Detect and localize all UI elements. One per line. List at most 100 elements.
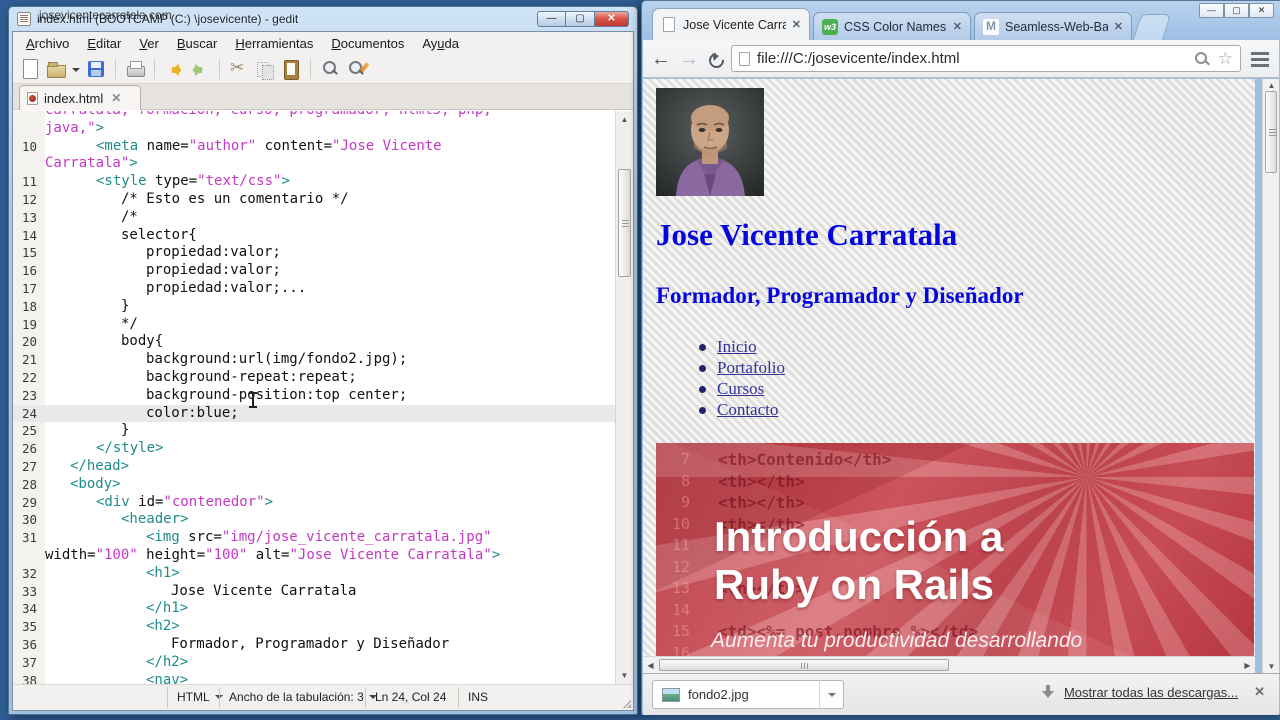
- new-tab-button[interactable]: [1132, 14, 1172, 40]
- code-line[interactable]: width="100" height="100" alt="Jose Vicen…: [13, 546, 615, 565]
- code-line[interactable]: 13 /*: [13, 208, 615, 227]
- editor-scrollbar-thumb[interactable]: [618, 169, 631, 277]
- code-line[interactable]: 11 <style type="text/css">: [13, 173, 615, 191]
- cut-icon[interactable]: [228, 58, 250, 80]
- code-line[interactable]: Carratala">: [13, 155, 615, 174]
- code-line[interactable]: 14 selector{: [13, 226, 615, 245]
- bookmark-star-icon[interactable]: ☆: [1218, 50, 1233, 67]
- new-icon[interactable]: [19, 58, 41, 80]
- scroll-left-icon[interactable]: ◀: [644, 659, 657, 672]
- code-scroll-area[interactable]: carratala, formación, curso, programador…: [13, 111, 615, 684]
- scroll-down-icon[interactable]: ▼: [1265, 660, 1278, 673]
- language-selector[interactable]: HTML: [167, 687, 223, 708]
- resize-grip[interactable]: [623, 700, 631, 708]
- code-line[interactable]: java,">: [13, 119, 615, 138]
- download-options-caret[interactable]: [819, 680, 843, 709]
- undo-icon[interactable]: [163, 58, 185, 80]
- browser-vertical-scrollbar[interactable]: ▲ ▼: [1262, 79, 1279, 673]
- code-line[interactable]: 18}: [13, 297, 615, 316]
- save-icon[interactable]: [85, 58, 107, 80]
- open-icon[interactable]: [45, 58, 67, 80]
- chrome-close-button[interactable]: ✕: [1249, 3, 1274, 18]
- browser-vscroll-thumb[interactable]: [1265, 91, 1277, 173]
- gedit-maximize-button[interactable]: ▢: [566, 11, 595, 27]
- gedit-minimize-button[interactable]: —: [537, 11, 566, 27]
- menu-documentos[interactable]: Documentos: [322, 34, 413, 53]
- print-icon[interactable]: [124, 58, 146, 80]
- code-line[interactable]: 38 <nav>: [13, 671, 615, 684]
- tab-width-selector[interactable]: Ancho de la tabulación: 3: [219, 687, 377, 708]
- code-line[interactable]: 23 background-position:top center;: [13, 386, 615, 405]
- nav-link-cursos[interactable]: Cursos: [717, 379, 764, 398]
- browser-tab-2[interactable]: w3 CSS Color Names ✕: [813, 12, 971, 40]
- code-line[interactable]: 21 background:url(img/fondo2.jpg);: [13, 351, 615, 369]
- url-text[interactable]: file:///C:/josevicente/index.html: [757, 50, 1186, 67]
- scroll-up-icon[interactable]: ▲: [618, 113, 631, 126]
- open-dropdown-caret-icon[interactable]: [71, 58, 81, 80]
- code-line[interactable]: 27 </head>: [13, 457, 615, 476]
- tab-close-icon[interactable]: ✕: [1114, 20, 1123, 33]
- find-icon[interactable]: [319, 58, 341, 80]
- code-line[interactable]: 19 */: [13, 315, 615, 334]
- code-line[interactable]: 37 </h2>: [13, 653, 615, 672]
- code-line[interactable]: 34 </h1>: [13, 600, 615, 619]
- gedit-close-button[interactable]: ✕: [595, 11, 629, 27]
- address-bar[interactable]: file:///C:/josevicente/index.html ☆: [731, 45, 1241, 72]
- code-line[interactable]: 12 /* Esto es un comentario */: [13, 190, 615, 209]
- nav-link-portafolio[interactable]: Portafolio: [717, 358, 785, 377]
- browser-tab-1[interactable]: Jose Vicente Carratal ✕: [652, 8, 810, 40]
- code-line[interactable]: 26 </style>: [13, 440, 615, 458]
- code-line[interactable]: 31 <img src="img/jose_vicente_carratala.j…: [13, 529, 615, 547]
- tab-close-icon[interactable]: ✕: [953, 20, 962, 33]
- code-line[interactable]: 36 Formador, Programador y Diseñador: [13, 635, 615, 654]
- chrome-minimize-button[interactable]: —: [1199, 3, 1224, 18]
- code-line[interactable]: 20 body{: [13, 333, 615, 352]
- code-line[interactable]: 17 propiedad:valor;...: [13, 279, 615, 298]
- copy-icon[interactable]: [254, 58, 276, 80]
- code-line[interactable]: 28 <body>: [13, 475, 615, 494]
- code-line[interactable]: 22 background-repeat:repeat;: [13, 368, 615, 387]
- back-button[interactable]: ←: [651, 49, 671, 69]
- menu-herramientas[interactable]: Herramientas: [226, 34, 322, 53]
- nav-link-inicio[interactable]: Inicio: [717, 337, 757, 356]
- browser-tab-3[interactable]: M Seamless-Web-Back ✕: [974, 12, 1132, 40]
- show-all-downloads-link[interactable]: Mostrar todas las descargas...: [1064, 685, 1238, 700]
- browser-hscroll-thumb[interactable]: [659, 659, 949, 671]
- redo-icon[interactable]: [189, 58, 211, 80]
- zoom-indicator-icon[interactable]: [1193, 50, 1211, 68]
- scroll-right-icon[interactable]: ▶: [1241, 659, 1254, 672]
- forward-button[interactable]: →: [679, 49, 699, 69]
- menu-buscar[interactable]: Buscar: [168, 34, 226, 53]
- menu-ver[interactable]: Ver: [130, 34, 168, 53]
- tab-close-icon[interactable]: ✕: [792, 18, 801, 31]
- browser-horizontal-scrollbar[interactable]: ◀ ▶: [643, 656, 1255, 673]
- code-line[interactable]: 15 propiedad:valor;: [13, 244, 615, 263]
- code-line[interactable]: 32 <h1>: [13, 564, 615, 583]
- downloads-bar-close-icon[interactable]: ✕: [1254, 684, 1265, 700]
- code-line[interactable]: 16 propiedad:valor;: [13, 262, 615, 280]
- tab-close-icon[interactable]: ✕: [111, 91, 121, 105]
- menu-archivo[interactable]: Archivo: [17, 34, 78, 53]
- nav-link-contacto[interactable]: Contacto: [717, 400, 778, 419]
- replace-icon[interactable]: [345, 58, 370, 80]
- code-text: <body>: [70, 475, 121, 492]
- document-tab-index-html[interactable]: index.html ✕: [19, 85, 141, 110]
- code-editor[interactable]: carratala, formación, curso, programador…: [13, 110, 633, 684]
- code-line[interactable]: 25}: [13, 422, 615, 441]
- code-line-current[interactable]: 24 color:blue;: [13, 404, 615, 423]
- scroll-down-icon[interactable]: ▼: [618, 669, 631, 682]
- menu-editar[interactable]: Editar: [78, 34, 130, 53]
- reload-button[interactable]: [707, 51, 723, 67]
- menu-ayuda[interactable]: Ayuda: [413, 34, 468, 53]
- download-item-fondo2[interactable]: fondo2.jpg: [652, 680, 844, 709]
- chrome-menu-icon[interactable]: [1249, 50, 1271, 68]
- code-line[interactable]: 10 <meta name="author" content="Jose Vice…: [13, 137, 615, 156]
- code-line[interactable]: 29 <div id="contenedor">: [13, 493, 615, 512]
- code-line[interactable]: carratala, formación, curso, programador…: [13, 111, 615, 120]
- code-line[interactable]: 30 <header>: [13, 511, 615, 530]
- paste-icon[interactable]: [280, 58, 302, 80]
- chrome-maximize-button[interactable]: ▢: [1224, 3, 1249, 18]
- code-line[interactable]: 35 <h2>: [13, 618, 615, 636]
- editor-vertical-scrollbar[interactable]: ▲ ▼: [615, 111, 633, 684]
- code-line[interactable]: 33 Jose Vicente Carratala: [13, 582, 615, 601]
